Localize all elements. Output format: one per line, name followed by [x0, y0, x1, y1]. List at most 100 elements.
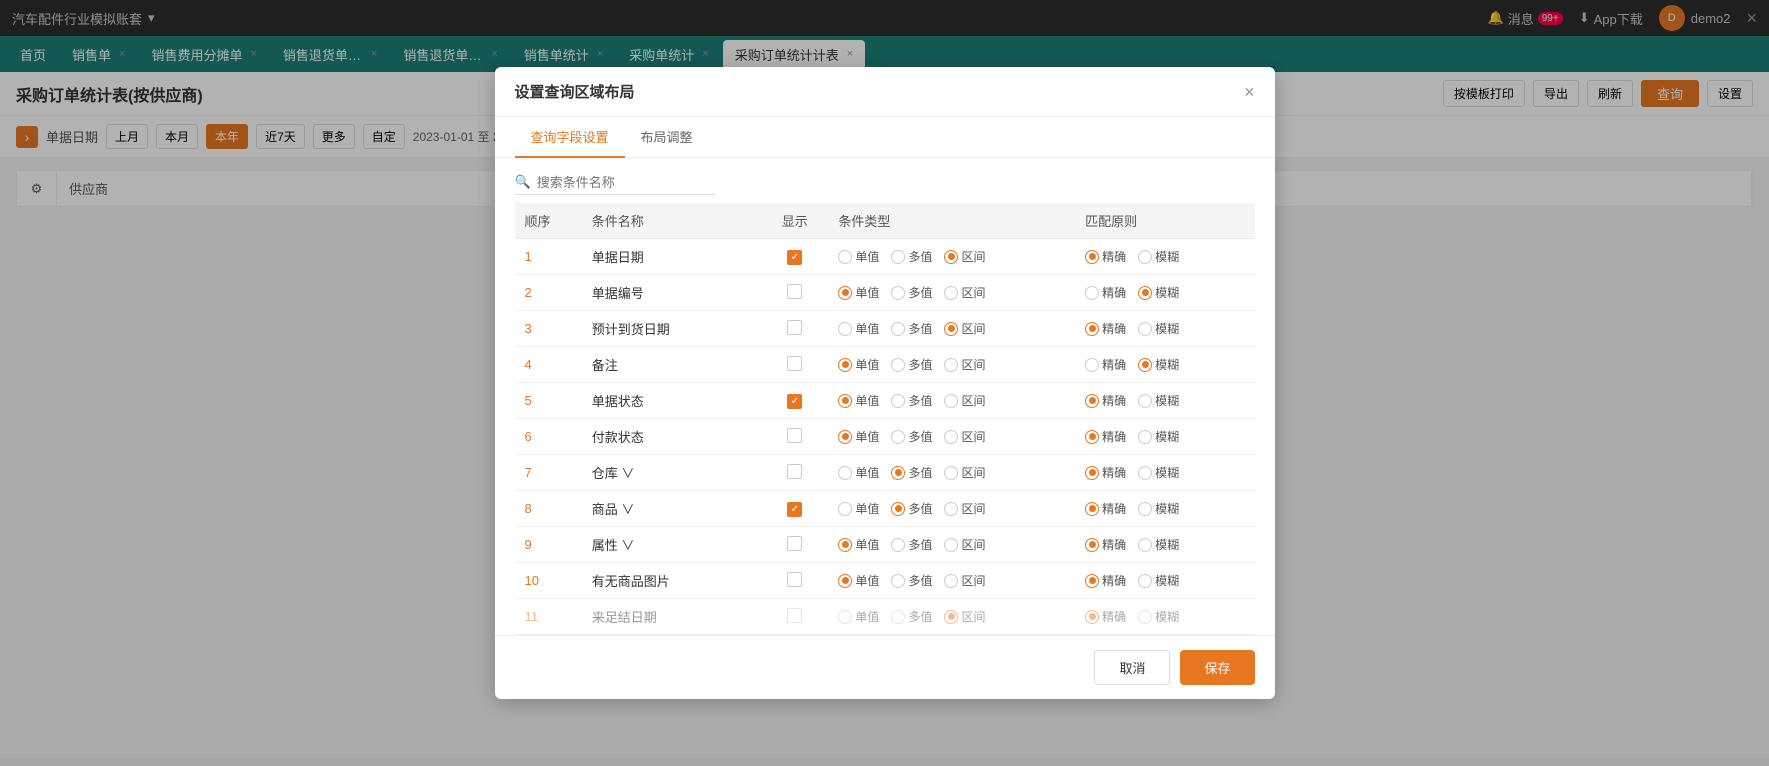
type-radio-区间[interactable]: 区间	[944, 500, 985, 517]
type-radio-多值[interactable]: 多值	[891, 428, 932, 445]
type-radio-区间[interactable]: 区间	[944, 464, 985, 481]
type-radio-单值[interactable]: 单值	[838, 392, 879, 409]
match-radio-精确[interactable]: 精确	[1085, 572, 1126, 589]
match-radio-模糊[interactable]: 模糊	[1138, 392, 1179, 409]
row-display[interactable]	[761, 527, 828, 563]
match-radio-模糊[interactable]: 模糊	[1138, 608, 1179, 625]
match-radio-精确[interactable]: 精确	[1085, 320, 1126, 337]
dialog-tab-field-settings[interactable]: 查询字段设置	[515, 117, 625, 158]
match-radio-模糊[interactable]: 模糊	[1138, 284, 1179, 301]
match-radio-精确[interactable]: 精确	[1085, 392, 1126, 409]
display-checkbox[interactable]	[787, 536, 802, 551]
match-radio-模糊[interactable]: 模糊	[1138, 320, 1179, 337]
type-radio-多值[interactable]: 多值	[891, 572, 932, 589]
row-match: 精确 模糊	[1075, 275, 1254, 311]
type-radio-单值[interactable]: 单值	[838, 500, 879, 517]
type-radio-单值[interactable]: 单值	[838, 464, 879, 481]
type-radio-多值[interactable]: 多值	[891, 320, 932, 337]
type-radio-单值[interactable]: 单值	[838, 572, 879, 589]
type-radio-单值[interactable]: 单值	[838, 320, 879, 337]
type-radio-区间[interactable]: 区间	[944, 392, 985, 409]
type-radio-多值[interactable]: 多值	[891, 536, 932, 553]
display-checkbox[interactable]	[787, 464, 802, 479]
display-checkbox[interactable]	[787, 428, 802, 443]
display-checkbox[interactable]: ✓	[787, 394, 802, 409]
match-radio-精确[interactable]: 精确	[1085, 248, 1126, 265]
type-radio-多值[interactable]: 多值	[891, 392, 932, 409]
table-row: 10有无商品图片 单值 多值 区间 精确 模糊	[515, 563, 1255, 599]
type-radio-多值[interactable]: 多值	[891, 356, 932, 373]
type-radio-单值[interactable]: 单值	[838, 608, 879, 625]
type-radio-单值[interactable]: 单值	[838, 284, 879, 301]
radio-circle	[838, 430, 852, 444]
row-display[interactable]: ✓	[761, 383, 828, 419]
type-radio-多值[interactable]: 多值	[891, 284, 932, 301]
match-radio-模糊[interactable]: 模糊	[1138, 572, 1179, 589]
type-radio-单值[interactable]: 单值	[838, 428, 879, 445]
type-radio-区间[interactable]: 区间	[944, 284, 985, 301]
row-type: 单值 多值 区间	[828, 527, 1075, 563]
type-radio-区间[interactable]: 区间	[944, 572, 985, 589]
radio-circle	[838, 358, 852, 372]
dialog-tab-layout[interactable]: 布局调整	[625, 117, 709, 158]
row-display[interactable]	[761, 347, 828, 383]
radio-circle	[891, 322, 905, 336]
match-radio-模糊[interactable]: 模糊	[1138, 356, 1179, 373]
cancel-btn[interactable]: 取消	[1094, 650, 1170, 685]
radio-circle	[891, 430, 905, 444]
type-radio-单值[interactable]: 单值	[838, 248, 879, 265]
dialog-close-btn[interactable]: ×	[1244, 83, 1255, 101]
type-radio-多值[interactable]: 多值	[891, 464, 932, 481]
table-row: 6付款状态 单值 多值 区间 精确 模糊	[515, 419, 1255, 455]
match-radio-精确[interactable]: 精确	[1085, 608, 1126, 625]
row-name: 单据状态	[582, 383, 761, 419]
type-radio-区间[interactable]: 区间	[944, 248, 985, 265]
type-radio-区间[interactable]: 区间	[944, 536, 985, 553]
type-radio-区间[interactable]: 区间	[944, 608, 985, 625]
type-radio-单值[interactable]: 单值	[838, 536, 879, 553]
radio-circle	[1085, 430, 1099, 444]
type-radio-多值[interactable]: 多值	[891, 608, 932, 625]
match-radio-精确[interactable]: 精确	[1085, 428, 1126, 445]
dialog-table-wrap: 顺序 条件名称 显示 条件类型 匹配原则 1单据日期✓ 单值 多值	[495, 203, 1275, 635]
match-radio-模糊[interactable]: 模糊	[1138, 500, 1179, 517]
match-radio-模糊[interactable]: 模糊	[1138, 428, 1179, 445]
radio-circle	[1085, 502, 1099, 516]
radio-circle	[944, 430, 958, 444]
row-display[interactable]	[761, 563, 828, 599]
display-checkbox[interactable]	[787, 284, 802, 299]
display-checkbox[interactable]	[787, 608, 802, 623]
row-display[interactable]	[761, 275, 828, 311]
row-name: 单据编号	[582, 275, 761, 311]
match-radio-模糊[interactable]: 模糊	[1138, 536, 1179, 553]
row-display[interactable]	[761, 455, 828, 491]
match-radio-精确[interactable]: 精确	[1085, 536, 1126, 553]
row-display[interactable]: ✓	[761, 491, 828, 527]
type-radio-区间[interactable]: 区间	[944, 428, 985, 445]
display-checkbox[interactable]: ✓	[787, 250, 802, 265]
display-checkbox[interactable]	[787, 320, 802, 335]
match-radio-模糊[interactable]: 模糊	[1138, 248, 1179, 265]
match-radio-精确[interactable]: 精确	[1085, 500, 1126, 517]
display-checkbox[interactable]	[787, 356, 802, 371]
row-display[interactable]	[761, 419, 828, 455]
table-header-row: 顺序 条件名称 显示 条件类型 匹配原则	[515, 203, 1255, 239]
type-radio-多值[interactable]: 多值	[891, 500, 932, 517]
match-radio-精确[interactable]: 精确	[1085, 356, 1126, 373]
match-radio-精确[interactable]: 精确	[1085, 464, 1126, 481]
save-btn[interactable]: 保存	[1180, 650, 1254, 685]
type-radio-单值[interactable]: 单值	[838, 356, 879, 373]
row-display[interactable]: ✓	[761, 239, 828, 275]
type-radio-区间[interactable]: 区间	[944, 356, 985, 373]
row-seq: 8	[515, 491, 582, 527]
row-display[interactable]	[761, 311, 828, 347]
search-input[interactable]	[537, 175, 715, 190]
type-radio-多值[interactable]: 多值	[891, 248, 932, 265]
match-radio-精确[interactable]: 精确	[1085, 284, 1126, 301]
row-display[interactable]	[761, 599, 828, 635]
display-checkbox[interactable]: ✓	[787, 502, 802, 517]
display-checkbox[interactable]	[787, 572, 802, 587]
match-radio-模糊[interactable]: 模糊	[1138, 464, 1179, 481]
row-seq: 7	[515, 455, 582, 491]
type-radio-区间[interactable]: 区间	[944, 320, 985, 337]
